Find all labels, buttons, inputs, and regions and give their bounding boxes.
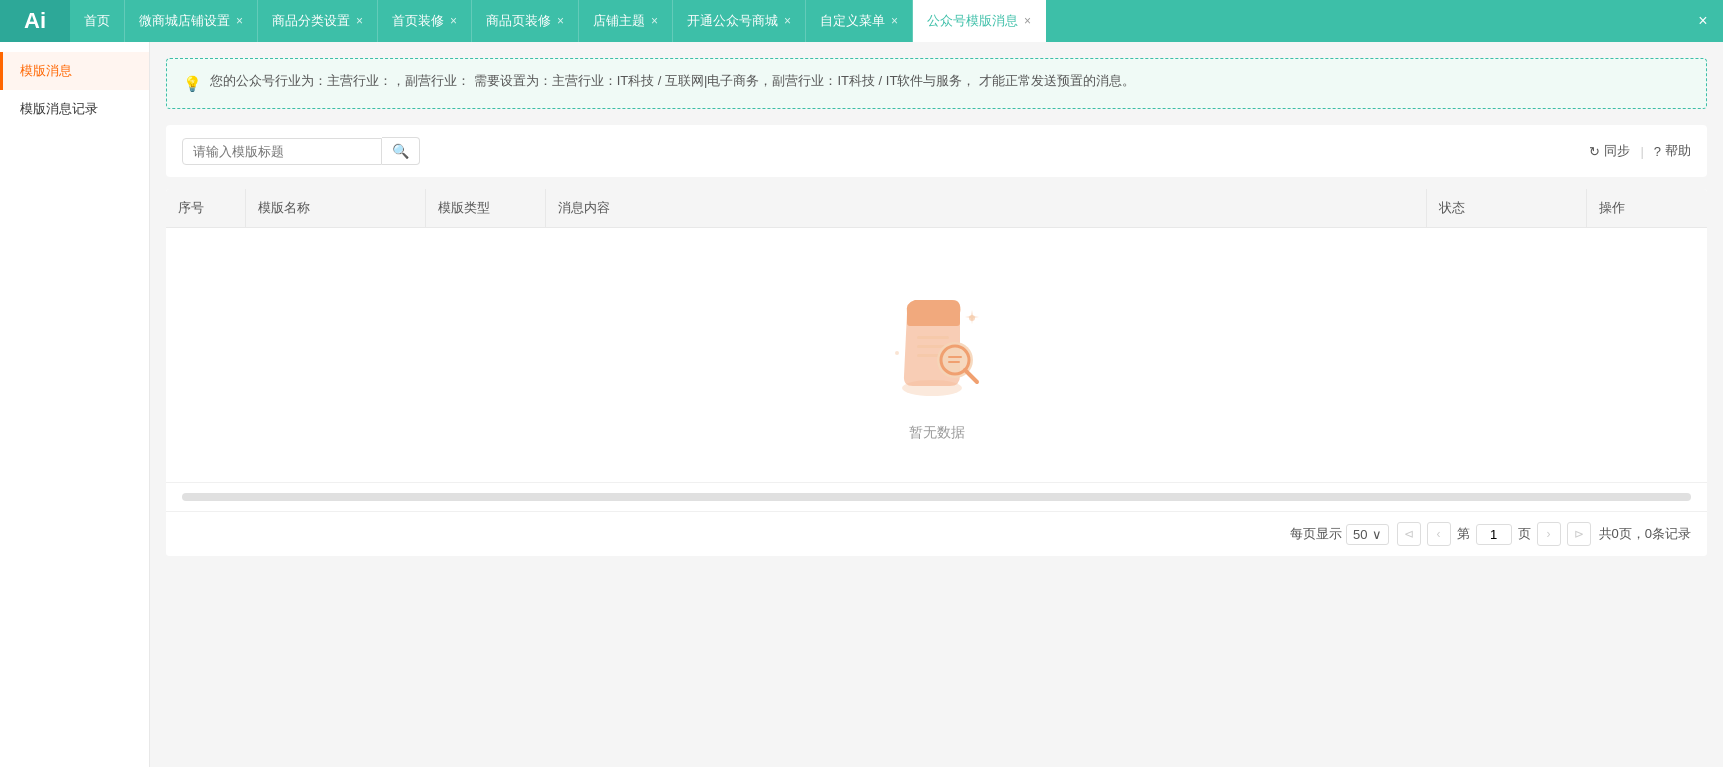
page-last-button[interactable]: ⊳ — [1567, 522, 1591, 546]
nav-tab-open-mall[interactable]: 开通公众号商城 × — [673, 0, 806, 42]
nav-tab-template-msg-label: 公众号模版消息 — [927, 12, 1018, 30]
notice-highlight: 需要设置为：主营行业：IT科技 / 互联网|电子商务，副营行业：IT科技 / I… — [474, 73, 976, 88]
page-size-label: 每页显示 — [1290, 525, 1342, 543]
sidebar-item-template-record-label: 模版消息记录 — [20, 101, 98, 116]
th-seq: 序号 — [166, 189, 246, 227]
nav-tab-home-decor[interactable]: 首页装修 × — [378, 0, 472, 42]
page-size-select: 每页显示 50 ∨ — [1290, 524, 1388, 545]
top-nav: Ai 首页 微商城店铺设置 × 商品分类设置 × 首页装修 × 商品页装修 × … — [0, 0, 1723, 42]
divider: | — [1640, 144, 1643, 159]
empty-state-icon — [877, 288, 997, 408]
nav-tab-home-decor-close[interactable]: × — [450, 14, 457, 28]
empty-state-text: 暂无数据 — [909, 424, 965, 442]
search-right: ↻ 同步 | ? 帮助 — [1589, 142, 1691, 160]
empty-state: 暂无数据 — [166, 228, 1707, 482]
sync-button[interactable]: ↻ 同步 — [1589, 142, 1630, 160]
th-status: 状态 — [1427, 189, 1587, 227]
table-header: 序号 模版名称 模版类型 消息内容 状态 操作 — [166, 189, 1707, 228]
page-size-value: 50 — [1353, 527, 1367, 542]
nav-tab-product-decor-label: 商品页装修 — [486, 12, 551, 30]
close-all-button[interactable]: × — [1683, 0, 1723, 42]
nav-tab-product-cat-close[interactable]: × — [356, 14, 363, 28]
search-left: 🔍 — [182, 137, 420, 165]
notice-box: 💡 您的公众号行业为：主营行业：，副营行业： 需要设置为：主营行业：IT科技 /… — [166, 58, 1707, 109]
nav-tab-product-decor-close[interactable]: × — [557, 14, 564, 28]
th-type: 模版类型 — [426, 189, 546, 227]
nav-tabs: 首页 微商城店铺设置 × 商品分类设置 × 首页装修 × 商品页装修 × 店铺主… — [70, 0, 1683, 42]
svg-line-6 — [965, 370, 977, 382]
app-logo: Ai — [0, 0, 70, 42]
main-layout: 模版消息 模版消息记录 💡 您的公众号行业为：主营行业：，副营行业： 需要设置为… — [0, 42, 1723, 767]
chevron-down-icon: ∨ — [1372, 527, 1382, 542]
horizontal-scrollbar[interactable] — [182, 493, 1691, 501]
help-icon: ? — [1654, 144, 1661, 159]
sidebar-item-template-msg[interactable]: 模版消息 — [0, 52, 149, 90]
nav-tab-store-theme[interactable]: 店铺主题 × — [579, 0, 673, 42]
page-label-post: 页 — [1518, 525, 1531, 543]
nav-tab-wshop-label: 微商城店铺设置 — [139, 12, 230, 30]
page-prev-button[interactable]: ‹ — [1427, 522, 1451, 546]
notice-icon: 💡 — [183, 72, 202, 96]
search-button[interactable]: 🔍 — [382, 137, 420, 165]
svg-point-10 — [895, 351, 899, 355]
th-content: 消息内容 — [546, 189, 1427, 227]
page-first-button[interactable]: ⊲ — [1397, 522, 1421, 546]
nav-tab-wshop-setting[interactable]: 微商城店铺设置 × — [125, 0, 258, 42]
nav-tab-template-msg-close[interactable]: × — [1024, 14, 1031, 28]
nav-tab-store-theme-label: 店铺主题 — [593, 12, 645, 30]
nav-tab-custom-menu-close[interactable]: × — [891, 14, 898, 28]
th-name: 模版名称 — [246, 189, 426, 227]
svg-rect-2 — [917, 345, 945, 348]
notice-text: 您的公众号行业为：主营行业：，副营行业： 需要设置为：主营行业：IT科技 / 互… — [210, 71, 1135, 92]
nav-tab-open-mall-close[interactable]: × — [784, 14, 791, 28]
nav-tab-custom-menu-label: 自定义菜单 — [820, 12, 885, 30]
total-text: 共0页，0条记录 — [1599, 525, 1691, 543]
nav-tab-wshop-close[interactable]: × — [236, 14, 243, 28]
sidebar-item-template-record[interactable]: 模版消息记录 — [0, 90, 149, 128]
nav-tab-home[interactable]: 首页 — [70, 0, 125, 42]
search-bar: 🔍 ↻ 同步 | ? 帮助 — [166, 125, 1707, 177]
nav-tab-product-decor[interactable]: 商品页装修 × — [472, 0, 579, 42]
svg-rect-1 — [917, 336, 949, 339]
page-number-input[interactable] — [1476, 524, 1512, 545]
nav-tab-open-mall-label: 开通公众号商城 — [687, 12, 778, 30]
nav-tab-custom-menu[interactable]: 自定义菜单 × — [806, 0, 913, 42]
nav-tab-product-category[interactable]: 商品分类设置 × — [258, 0, 378, 42]
page-label-pre: 第 — [1457, 525, 1470, 543]
sync-icon: ↻ — [1589, 144, 1600, 159]
th-action: 操作 — [1587, 189, 1707, 227]
page-next-button[interactable]: › — [1537, 522, 1561, 546]
help-button[interactable]: ? 帮助 — [1654, 142, 1691, 160]
nav-tab-home-decor-label: 首页装修 — [392, 12, 444, 30]
nav-tab-store-theme-close[interactable]: × — [651, 14, 658, 28]
page-size-dropdown[interactable]: 50 ∨ — [1346, 524, 1388, 545]
nav-tab-product-cat-label: 商品分类设置 — [272, 12, 350, 30]
content-area: 💡 您的公众号行业为：主营行业：，副营行业： 需要设置为：主营行业：IT科技 /… — [150, 42, 1723, 767]
sidebar-item-template-msg-label: 模版消息 — [20, 63, 72, 78]
table-container: 序号 模版名称 模版类型 消息内容 状态 操作 — [166, 189, 1707, 556]
nav-tab-home-label: 首页 — [84, 12, 110, 30]
search-input[interactable] — [182, 138, 382, 165]
pagination: 每页显示 50 ∨ ⊲ ‹ 第 页 › ⊳ 共0页，0条记录 — [166, 511, 1707, 556]
search-icon: 🔍 — [392, 143, 409, 159]
sidebar: 模版消息 模版消息记录 — [0, 42, 150, 767]
nav-tab-template-msg[interactable]: 公众号模版消息 × — [913, 0, 1046, 42]
scrollbar-area[interactable] — [166, 482, 1707, 511]
page-controls: ⊲ ‹ 第 页 › ⊳ — [1397, 522, 1591, 546]
